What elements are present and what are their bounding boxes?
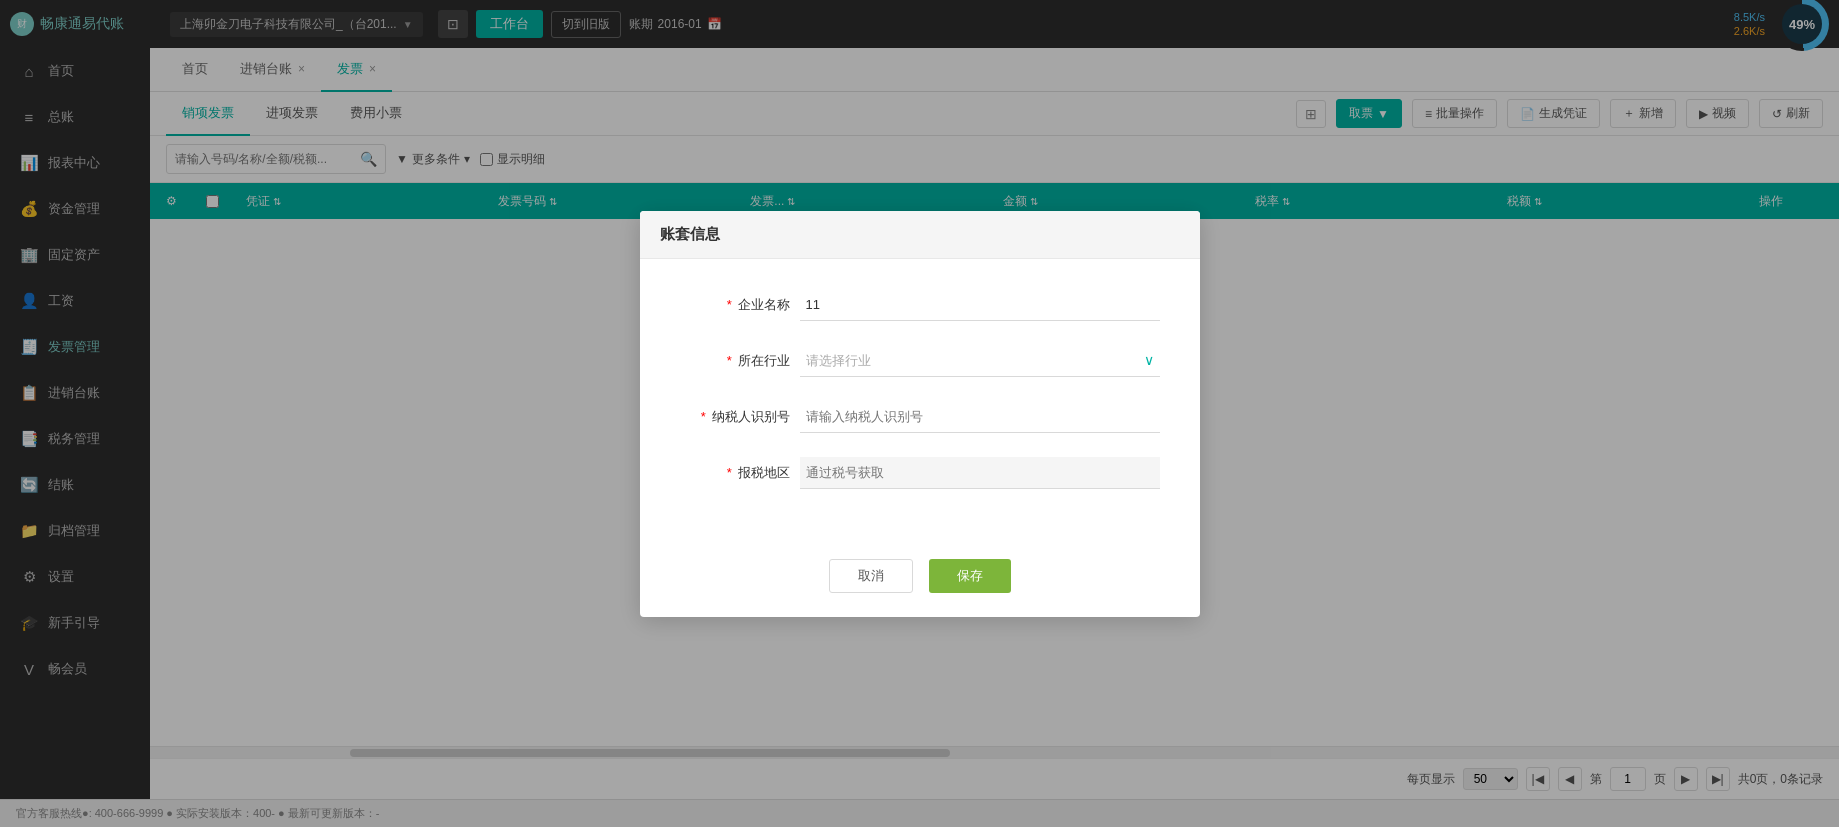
form-row-tax-region: * 报税地区: [680, 457, 1160, 489]
required-star: *: [727, 297, 732, 312]
cancel-button[interactable]: 取消: [829, 559, 913, 593]
required-star-4: *: [727, 465, 732, 480]
industry-label: * 所在行业: [680, 352, 800, 370]
form-row-company-name: * 企业名称: [680, 289, 1160, 321]
save-button[interactable]: 保存: [929, 559, 1011, 593]
required-star-2: *: [727, 353, 732, 368]
modal-dialog: 账套信息 * 企业名称 * 所在行业 请选择行业: [640, 211, 1200, 617]
form-row-tax-id: * 纳税人识别号: [680, 401, 1160, 433]
tax-region-input: [800, 457, 1160, 489]
required-star-3: *: [701, 409, 706, 424]
tax-region-label: * 报税地区: [680, 464, 800, 482]
tax-id-label: * 纳税人识别号: [680, 408, 800, 426]
industry-select[interactable]: 请选择行业: [800, 344, 1160, 376]
modal-body: * 企业名称 * 所在行业 请选择行业 ∨: [640, 259, 1200, 543]
modal-title: 账套信息: [660, 225, 720, 242]
modal-overlay: 账套信息 * 企业名称 * 所在行业 请选择行业: [0, 0, 1839, 827]
industry-select-wrap[interactable]: 请选择行业 ∨: [800, 345, 1160, 377]
form-row-industry: * 所在行业 请选择行业 ∨: [680, 345, 1160, 377]
tax-id-input[interactable]: [800, 401, 1160, 433]
modal-header: 账套信息: [640, 211, 1200, 259]
company-name-label: * 企业名称: [680, 296, 800, 314]
company-name-input[interactable]: [800, 289, 1160, 321]
modal-footer: 取消 保存: [640, 543, 1200, 617]
